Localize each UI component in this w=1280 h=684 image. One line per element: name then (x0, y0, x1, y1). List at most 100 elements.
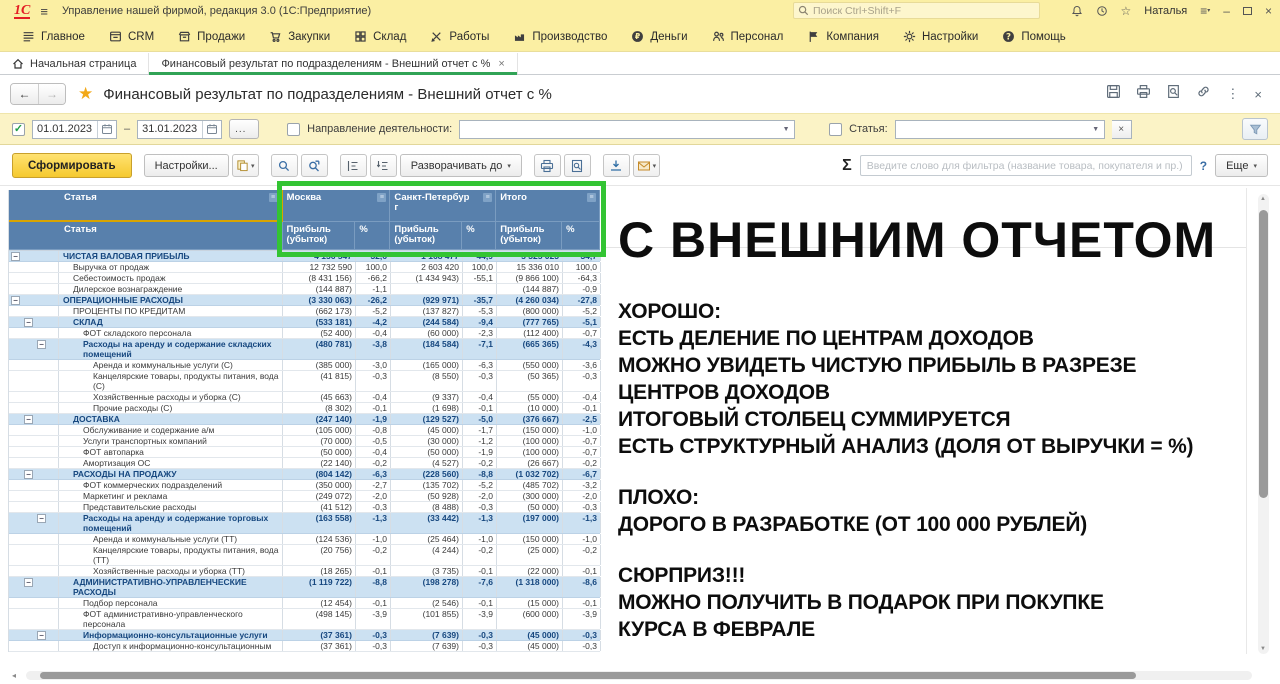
collapse-icon[interactable]: − (24, 470, 33, 479)
column-header-article[interactable]: Статья ≡ (9, 190, 283, 222)
menu-item-sales[interactable]: Продажи (166, 22, 257, 51)
table-row[interactable]: − РАСХОДЫ НА ПРОДАЖУ (804 142) -6,3 (228 560… (9, 469, 601, 480)
save-icon[interactable] (1106, 84, 1121, 104)
print-button[interactable] (533, 154, 561, 177)
collapse-icon[interactable]: − (24, 318, 33, 327)
vertical-scrollbar[interactable]: ▲ ▼ (1258, 194, 1269, 654)
table-row[interactable]: Услуги транспортных компаний (70 000) -0,5… (9, 436, 601, 447)
close-tab-icon[interactable]: × (498, 58, 504, 70)
menu-item-company[interactable]: Компания (795, 22, 891, 51)
menu-item-help[interactable]: ? Помощь (990, 22, 1077, 51)
collapse-icon[interactable]: − (24, 415, 33, 424)
calendar-icon[interactable] (97, 120, 116, 138)
collapse-icon[interactable]: − (11, 252, 20, 261)
table-row[interactable]: Хозяйственные расходы и уборка (ТТ) (18 2… (9, 566, 601, 577)
chevron-down-icon[interactable]: ▼ (1088, 126, 1104, 133)
settings-button[interactable]: Настройки... (143, 154, 229, 177)
table-row[interactable]: ФОТ автопарка (50 000) -0,4 (50 000) -1,9 (10… (9, 447, 601, 458)
menu-item-personnel[interactable]: Персонал (700, 22, 796, 51)
table-row[interactable]: Маркетинг и реклама (249 072) -2,0 (50 928)… (9, 491, 601, 502)
collapse-levels-icon[interactable] (339, 154, 367, 177)
current-user[interactable]: Наталья (1144, 5, 1187, 17)
tab-report[interactable]: Финансовый результат по подразделениям -… (149, 53, 518, 75)
table-row[interactable]: Канцелярские товары, продукты питания, в… (9, 371, 601, 392)
menu-item-purchases[interactable]: Закупки (257, 22, 342, 51)
sum-icon[interactable]: Σ (842, 157, 852, 175)
column-header-profit[interactable]: Прибыль (убыток) (390, 222, 463, 250)
forward-button[interactable]: → (38, 84, 65, 104)
menu-item-settings[interactable]: Настройки (891, 22, 990, 51)
close-window-button[interactable]: × (1265, 4, 1272, 18)
date-to-field[interactable] (137, 119, 223, 139)
vertical-scroll-thumb[interactable] (1259, 210, 1268, 498)
global-search[interactable] (793, 2, 1040, 19)
scroll-up-icon[interactable]: ▲ (1260, 196, 1266, 202)
table-row[interactable]: Канцелярские товары, продукты питания, в… (9, 545, 601, 566)
collapse-icon[interactable]: − (37, 514, 46, 523)
direction-input[interactable] (460, 123, 779, 135)
find-icon[interactable] (270, 154, 298, 177)
collapse-icon[interactable]: − (37, 340, 46, 349)
table-row[interactable]: − Расходы на аренду и содержание складски… (9, 339, 601, 360)
table-row[interactable]: Подбор персонала (12 454) -0,1 (2 546) -0,1(… (9, 598, 601, 609)
more-actions-icon[interactable]: ⋮ (1226, 86, 1239, 102)
minimize-button[interactable]: – (1223, 4, 1230, 18)
help-link[interactable]: ? (1200, 159, 1207, 173)
print-preview-button[interactable] (563, 154, 591, 177)
favorite-star-icon[interactable]: ★ (78, 84, 93, 104)
sort-icon[interactable]: ≡ (483, 193, 493, 202)
menu-item-warehouse[interactable]: Склад (342, 22, 418, 51)
table-row[interactable]: Себестоимость продаж (8 431 156) -66,2 (1 4… (9, 273, 601, 284)
history-icon[interactable] (1096, 5, 1108, 17)
table-row[interactable]: − ОПЕРАЦИОННЫЕ РАСХОДЫ (3 330 063) -26,2 (92… (9, 295, 601, 306)
close-report-icon[interactable]: × (1254, 87, 1262, 102)
table-row[interactable]: Амортизация ОС (22 140) -0,2 (4 527) -0,2 (26… (9, 458, 601, 469)
table-row[interactable]: − ЧИСТАЯ ВАЛОВАЯ ПРИБЫЛЬ 4 156 547 32,6 1 16… (9, 251, 601, 262)
hamburger-menu-icon[interactable]: ≡ (40, 4, 48, 19)
column-group-total[interactable]: Итого ≡ (496, 190, 600, 222)
date-from-input[interactable] (33, 120, 97, 138)
table-row[interactable]: ПРОЦЕНТЫ ПО КРЕДИТАМ (662 173) -5,2 (137 82… (9, 306, 601, 317)
preview-icon[interactable] (1166, 84, 1181, 104)
table-row[interactable]: Дилерское вознаграждение (144 887) -1,1 (14… (9, 284, 601, 295)
menu-item-sections[interactable]: Главное (10, 22, 97, 51)
scroll-left-icon[interactable]: ◂ (12, 671, 16, 680)
table-row[interactable]: − АДМИНИСТРАТИВНО-УПРАВЛЕНЧЕСКИЕ РАСХОДЫ(… (9, 577, 601, 598)
clear-article-button[interactable]: × (1111, 119, 1132, 139)
table-row[interactable]: Выручка от продаж 12 732 590 100,0 2 603 42… (9, 262, 601, 273)
save-file-button[interactable] (602, 154, 630, 177)
sort-icon[interactable]: ≡ (587, 193, 596, 202)
notifications-icon[interactable] (1071, 5, 1083, 17)
table-row[interactable]: Хозяйственные расходы и уборка (С) (45 66… (9, 392, 601, 403)
expand-to-button[interactable]: Разворачивать до ▾ (399, 154, 522, 177)
filter-funnel-button[interactable] (1242, 118, 1268, 140)
generate-button[interactable]: Сформировать (12, 153, 132, 178)
user-menu-icon[interactable]: ≡ ▾ (1200, 5, 1210, 17)
column-header-pct[interactable]: % (355, 222, 391, 250)
menu-item-crm[interactable]: CRM (97, 22, 166, 51)
tab-home[interactable]: Начальная страница (0, 53, 150, 74)
search-input[interactable] (813, 4, 1013, 17)
column-header-article-fixed[interactable]: Статья (9, 222, 283, 250)
table-row[interactable]: Представительские расходы (41 512) -0,3 (8 … (9, 502, 601, 513)
collapse-icon[interactable]: − (11, 296, 20, 305)
calendar-icon[interactable] (202, 120, 221, 138)
sort-icon[interactable]: ≡ (268, 193, 278, 202)
quick-filter-input[interactable] (859, 155, 1192, 176)
back-button[interactable]: ← (11, 84, 38, 104)
menu-item-works[interactable]: Работы (418, 22, 501, 51)
more-button[interactable]: Еще ▾ (1215, 154, 1268, 177)
direction-combo[interactable]: ▼ (459, 119, 796, 139)
table-row[interactable]: Аренда и коммунальные услуги (ТТ) (124 53… (9, 534, 601, 545)
table-row[interactable]: − Информационно-консультационные услуги (3… (9, 630, 601, 641)
collapse-icon[interactable]: − (24, 578, 33, 587)
article-checkbox[interactable] (829, 122, 843, 136)
column-group-moscow[interactable]: Москва ≡ (282, 190, 391, 222)
table-row[interactable]: ФОТ административно-управленческого перс… (9, 609, 601, 630)
period-checkbox[interactable]: ✓ (12, 122, 25, 136)
favorites-icon[interactable]: ☆ (1121, 5, 1132, 17)
print-icon[interactable] (1136, 84, 1151, 104)
column-header-pct[interactable]: % (462, 222, 497, 250)
chevron-down-icon[interactable]: ▼ (778, 126, 794, 133)
menu-item-money[interactable]: ₽ Деньги (619, 22, 699, 51)
